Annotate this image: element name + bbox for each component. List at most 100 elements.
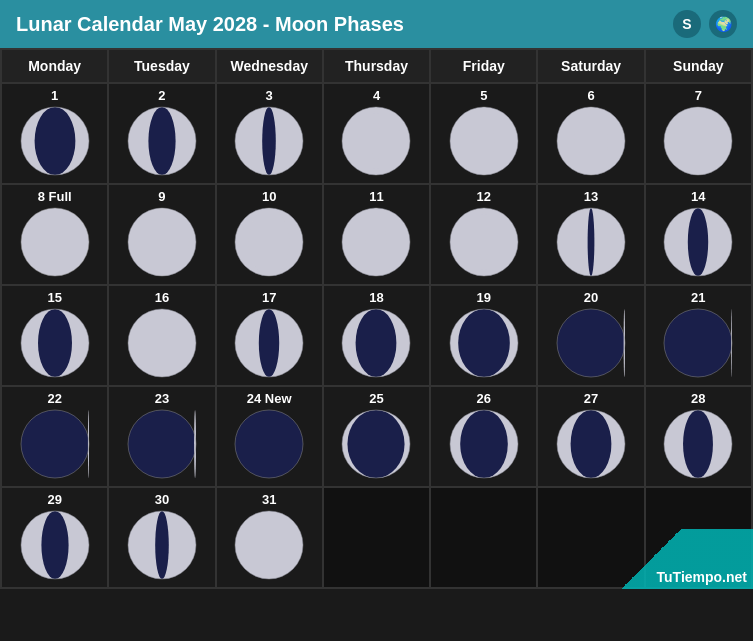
- moon-25: [340, 408, 412, 480]
- day-cell-5: 5: [430, 83, 537, 184]
- day-number-17: 17: [219, 290, 320, 305]
- svg-point-33: [474, 107, 494, 175]
- day-cell-28: 28: [645, 386, 752, 487]
- moon-21: [662, 307, 734, 379]
- svg-point-165: [348, 410, 405, 478]
- svg-point-47: [675, 107, 723, 175]
- day-cell-24: 24 New: [216, 386, 323, 487]
- day-number-24: 24 New: [219, 391, 320, 406]
- calendar-header: Lunar Calendar May 2028 - Moon Phases S …: [0, 0, 753, 48]
- day-header-thursday: Thursday: [323, 49, 430, 83]
- day-cell-20: 20: [537, 285, 644, 386]
- day-header-monday: Monday: [1, 49, 108, 83]
- moon-13: [555, 206, 627, 278]
- empty-cell: [430, 487, 537, 588]
- moon-8: [19, 206, 91, 278]
- day-cell-19: 19: [430, 285, 537, 386]
- day-number-8: 8 Full: [4, 189, 105, 204]
- svg-point-152: [128, 410, 196, 478]
- day-header-tuesday: Tuesday: [108, 49, 215, 83]
- day-cell-14: 14: [645, 184, 752, 285]
- day-cell-29: 29: [1, 487, 108, 588]
- svg-point-26: [373, 107, 380, 175]
- svg-point-94: [688, 208, 708, 276]
- svg-point-59: [135, 208, 189, 276]
- day-number-10: 10: [219, 189, 320, 204]
- moon-12: [448, 206, 520, 278]
- day-cell-16: 16: [108, 285, 215, 386]
- day-number-2: 2: [111, 88, 212, 103]
- day-cell-17: 17: [216, 285, 323, 386]
- day-number-26: 26: [433, 391, 534, 406]
- moon-5: [448, 105, 520, 177]
- globe-icon[interactable]: 🌍: [709, 10, 737, 38]
- svg-point-186: [683, 410, 713, 478]
- day-number-16: 16: [111, 290, 212, 305]
- svg-point-146: [21, 410, 89, 478]
- day-number-11: 11: [326, 189, 427, 204]
- day-cell-6: 6: [537, 83, 644, 184]
- svg-point-52: [21, 208, 89, 276]
- day-number-21: 21: [648, 290, 749, 305]
- svg-point-73: [366, 208, 386, 276]
- moon-19: [448, 307, 520, 379]
- day-cell-8: 8 Full: [1, 184, 108, 285]
- moon-27: [555, 408, 627, 480]
- svg-point-107: [128, 309, 196, 377]
- day-cell-25: 25: [323, 386, 430, 487]
- day-number-31: 31: [219, 492, 320, 507]
- day-cell-31: 31: [216, 487, 323, 588]
- day-number-28: 28: [648, 391, 749, 406]
- svg-point-122: [356, 309, 397, 377]
- day-cell-2: 2: [108, 83, 215, 184]
- moon-29: [19, 509, 91, 581]
- svg-point-40: [574, 107, 608, 175]
- day-number-29: 29: [4, 492, 105, 507]
- moon-1: [19, 105, 91, 177]
- day-number-6: 6: [540, 88, 641, 103]
- moon-20: [555, 307, 627, 379]
- empty-cell: [323, 487, 430, 588]
- day-cell-22: 22: [1, 386, 108, 487]
- svg-point-129: [458, 309, 510, 377]
- svg-point-193: [41, 511, 68, 579]
- empty-cell: [645, 487, 752, 588]
- moon-7: [662, 105, 734, 177]
- day-cell-11: 11: [323, 184, 430, 285]
- calendar-grid: MondayTuesdayWednesdayThursdayFridaySatu…: [0, 48, 753, 589]
- day-header-wednesday: Wednesday: [216, 49, 323, 83]
- svg-point-158: [235, 410, 303, 478]
- moon-2: [126, 105, 198, 177]
- svg-point-134: [557, 309, 625, 377]
- header-icons: S 🌍: [673, 10, 737, 38]
- svg-point-5: [34, 107, 75, 175]
- moon-23: [126, 408, 198, 480]
- day-cell-26: 26: [430, 386, 537, 487]
- svg-point-101: [38, 309, 72, 377]
- day-number-22: 22: [4, 391, 105, 406]
- header-title: Lunar Calendar May 2028 - Moon Phases: [16, 13, 404, 36]
- day-number-25: 25: [326, 391, 427, 406]
- day-cell-9: 9: [108, 184, 215, 285]
- svg-point-140: [664, 309, 732, 377]
- day-number-13: 13: [540, 189, 641, 204]
- moon-28: [662, 408, 734, 480]
- moon-22: [19, 408, 91, 480]
- moon-16: [126, 307, 198, 379]
- moon-9: [126, 206, 198, 278]
- day-cell-21: 21: [645, 285, 752, 386]
- search-icon[interactable]: S: [673, 10, 701, 38]
- day-cell-23: 23: [108, 386, 215, 487]
- moon-24: [233, 408, 305, 480]
- day-number-15: 15: [4, 290, 105, 305]
- moon-18: [340, 307, 412, 379]
- moon-30: [126, 509, 198, 581]
- svg-point-19: [262, 107, 276, 175]
- svg-point-66: [249, 208, 290, 276]
- day-number-9: 9: [111, 189, 212, 204]
- day-cell-7: 7: [645, 83, 752, 184]
- day-number-19: 19: [433, 290, 534, 305]
- svg-point-172: [460, 410, 508, 478]
- moon-3: [233, 105, 305, 177]
- day-number-30: 30: [111, 492, 212, 507]
